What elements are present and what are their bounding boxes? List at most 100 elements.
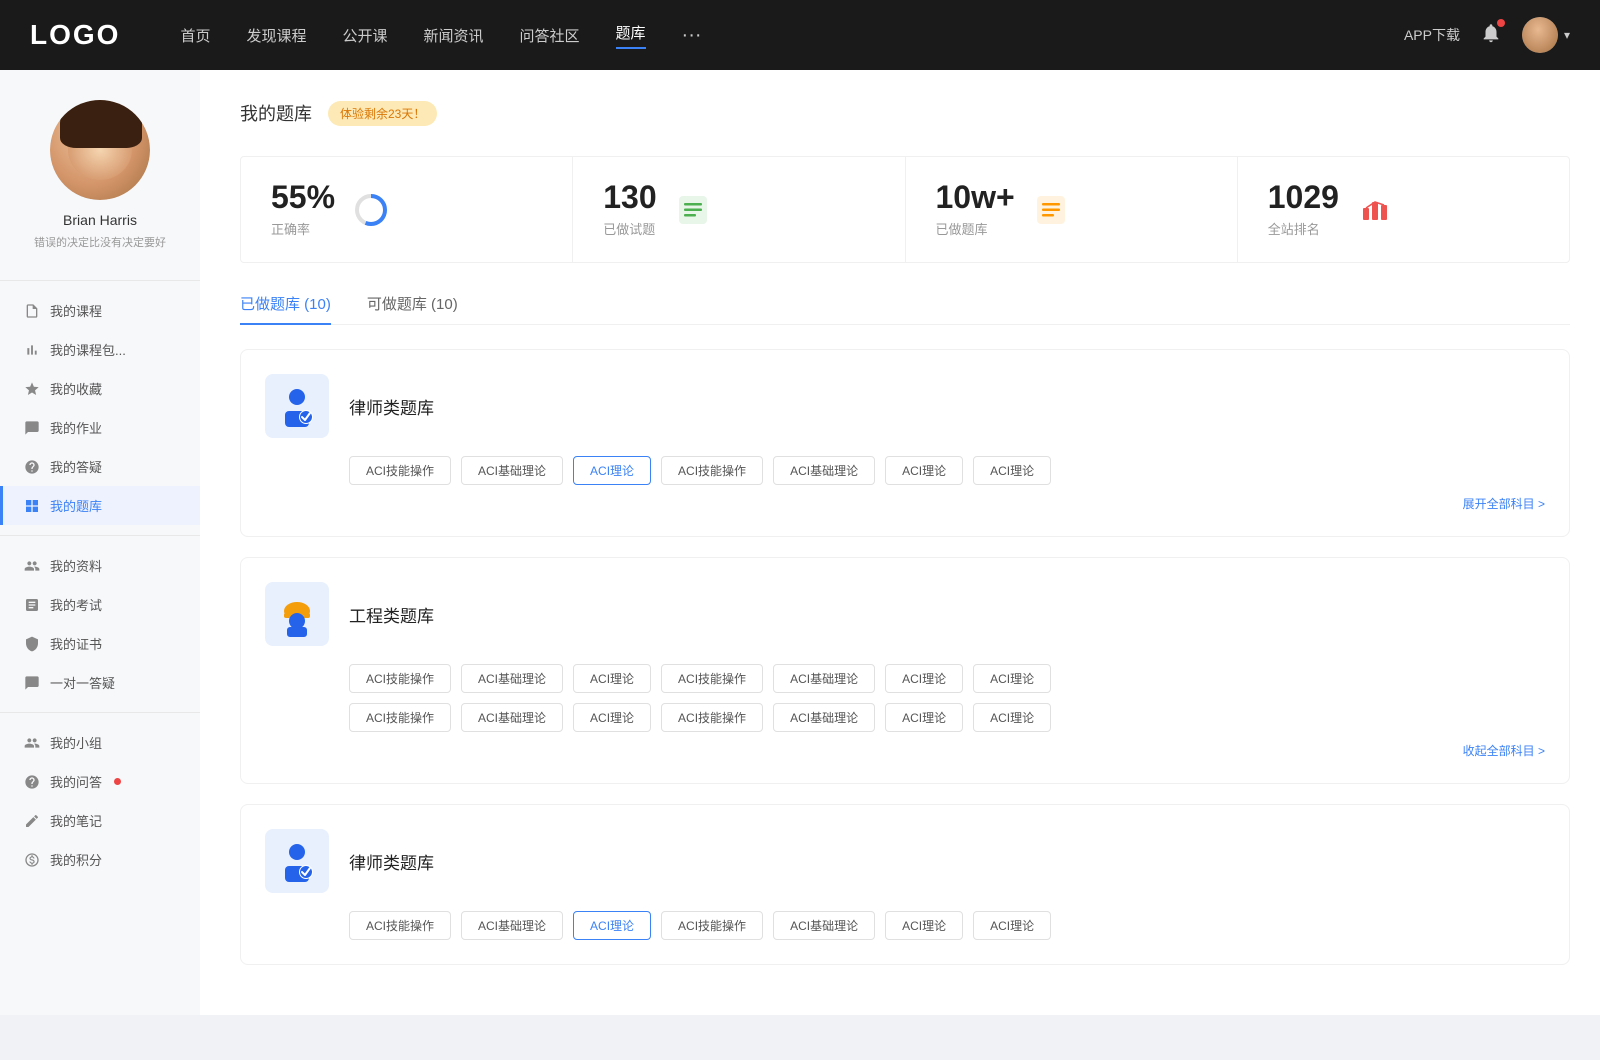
bar-red-icon — [1355, 190, 1395, 230]
stat-rank-label: 全站排名 — [1268, 219, 1339, 238]
sidebar-item-questionbank[interactable]: 我的题库 — [0, 486, 200, 525]
bank-tag-active[interactable]: ACI理论 — [573, 456, 651, 485]
bank-title-lawyer-1: 律师类题库 — [349, 394, 434, 419]
stat-done-banks: 10w+ 已做题库 — [906, 157, 1238, 262]
navbar: LOGO 首页 发现课程 公开课 新闻资讯 问答社区 题库 ··· APP下载 … — [0, 0, 1600, 70]
nav-discover[interactable]: 发现课程 — [246, 25, 306, 46]
bank-tag[interactable]: ACI技能操作 — [349, 703, 451, 732]
bank-tag[interactable]: ACI基础理论 — [773, 911, 875, 940]
bank-tag[interactable]: ACI基础理论 — [773, 456, 875, 485]
page-title: 我的题库 — [240, 100, 312, 126]
bank-tag[interactable]: ACI基础理论 — [461, 703, 563, 732]
bank-tag[interactable]: ACI理论 — [573, 703, 651, 732]
bank-tag-active[interactable]: ACI理论 — [573, 911, 651, 940]
file-icon — [24, 303, 40, 319]
nav-open-course[interactable]: 公开课 — [342, 25, 387, 46]
sidebar-item-notes[interactable]: 我的笔记 — [0, 801, 200, 840]
notification-dot — [1497, 19, 1505, 27]
file2-icon — [24, 597, 40, 613]
bank-card-lawyer-2: 律师类题库 ACI技能操作 ACI基础理论 ACI理论 ACI技能操作 ACI基… — [240, 804, 1570, 965]
bank-tag[interactable]: ACI理论 — [885, 911, 963, 940]
bank-tag[interactable]: ACI理论 — [885, 664, 963, 693]
trial-badge: 体验剩余23天！ — [328, 101, 437, 126]
bank-card-lawyer-1: 律师类题库 ACI技能操作 ACI基础理论 ACI理论 ACI技能操作 ACI基… — [240, 349, 1570, 537]
sidebar-label-profile: 我的资料 — [50, 556, 102, 575]
group-icon — [24, 735, 40, 751]
pie-chart-icon — [351, 190, 391, 230]
sidebar-label-favorites: 我的收藏 — [50, 379, 102, 398]
chat-icon — [24, 675, 40, 691]
bank-tag[interactable]: ACI技能操作 — [349, 456, 451, 485]
profile-avatar — [50, 100, 150, 200]
user-avatar — [1522, 17, 1558, 53]
sidebar-item-profile[interactable]: 我的资料 — [0, 546, 200, 585]
sidebar-item-one-on-one[interactable]: 一对一答疑 — [0, 663, 200, 702]
chevron-down-icon: ▾ — [1564, 28, 1570, 42]
nav-qa[interactable]: 问答社区 — [520, 25, 580, 46]
bank-icon-lawyer-1 — [265, 374, 329, 438]
sidebar-item-course-package[interactable]: 我的课程包... — [0, 330, 200, 369]
sidebar-profile: Brian Harris 错误的决定比没有决定要好 — [0, 100, 200, 270]
sidebar-item-favorites[interactable]: 我的收藏 — [0, 369, 200, 408]
points-icon — [24, 852, 40, 868]
stat-accuracy: 55% 正确率 — [241, 157, 573, 262]
bank-tag[interactable]: ACI理论 — [973, 456, 1051, 485]
bank-tag[interactable]: ACI技能操作 — [661, 456, 763, 485]
bank-tag[interactable]: ACI理论 — [885, 703, 963, 732]
bank-tag[interactable]: ACI理论 — [973, 911, 1051, 940]
bank-tags-lawyer-1: ACI技能操作 ACI基础理论 ACI理论 ACI技能操作 ACI基础理论 AC… — [265, 456, 1545, 485]
sidebar-divider-bottom — [0, 712, 200, 713]
sidebar-item-certificate[interactable]: 我的证书 — [0, 624, 200, 663]
bank-tag[interactable]: ACI技能操作 — [661, 664, 763, 693]
collapse-link-engineer[interactable]: 收起全部科目 > — [265, 742, 1545, 759]
user-avatar-menu[interactable]: ▾ — [1522, 17, 1570, 53]
nav-more[interactable]: ··· — [682, 24, 702, 47]
bank-icon-lawyer-2 — [265, 829, 329, 893]
bank-tag[interactable]: ACI基础理论 — [773, 703, 875, 732]
bank-tag[interactable]: ACI理论 — [573, 664, 651, 693]
stat-rank: 1029 全站排名 — [1238, 157, 1569, 262]
stats-row: 55% 正确率 130 已做试题 — [240, 156, 1570, 263]
nav-home[interactable]: 首页 — [180, 25, 210, 46]
tab-done-banks[interactable]: 已做题库 (10) — [240, 293, 331, 324]
sidebar-label-my-qa: 我的问答 — [50, 772, 102, 791]
stat-banks-label: 已做题库 — [936, 219, 1015, 238]
nav-menu: 首页 发现课程 公开课 新闻资讯 问答社区 题库 ··· — [180, 22, 1404, 49]
bank-tag[interactable]: ACI基础理论 — [773, 664, 875, 693]
bank-tag[interactable]: ACI技能操作 — [349, 664, 451, 693]
bank-tag[interactable]: ACI理论 — [885, 456, 963, 485]
bank-tag[interactable]: ACI理论 — [973, 703, 1051, 732]
bank-tag[interactable]: ACI技能操作 — [661, 703, 763, 732]
logo[interactable]: LOGO — [30, 19, 120, 51]
bank-tag[interactable]: ACI技能操作 — [661, 911, 763, 940]
sidebar-item-course[interactable]: 我的课程 — [0, 291, 200, 330]
nav-news[interactable]: 新闻资讯 — [424, 25, 484, 46]
sidebar-item-my-qa[interactable]: 我的问答 — [0, 762, 200, 801]
bank-card-engineer: 工程类题库 ACI技能操作 ACI基础理论 ACI理论 ACI技能操作 ACI基… — [240, 557, 1570, 784]
nav-questionbank[interactable]: 题库 — [616, 22, 646, 49]
bank-tag[interactable]: ACI理论 — [973, 664, 1051, 693]
bank-tag[interactable]: ACI基础理论 — [461, 456, 563, 485]
bank-tag[interactable]: ACI基础理论 — [461, 911, 563, 940]
notification-bell[interactable] — [1480, 22, 1502, 49]
bank-tag[interactable]: ACI基础理论 — [461, 664, 563, 693]
sidebar-label-course-package: 我的课程包... — [50, 340, 126, 359]
page-wrapper: Brian Harris 错误的决定比没有决定要好 我的课程 我的课程包... — [0, 70, 1600, 1015]
page-header: 我的题库 体验剩余23天！ — [240, 100, 1570, 126]
sidebar-item-points[interactable]: 我的积分 — [0, 840, 200, 879]
sidebar-item-exam[interactable]: 我的考试 — [0, 585, 200, 624]
my-qa-notification-dot — [114, 778, 121, 785]
people-icon — [24, 558, 40, 574]
star-icon — [24, 381, 40, 397]
expand-link-1[interactable]: 展开全部科目 > — [265, 495, 1545, 512]
tab-available-banks[interactable]: 可做题库 (10) — [367, 293, 458, 324]
bank-tag[interactable]: ACI技能操作 — [349, 911, 451, 940]
stat-done-questions: 130 已做试题 — [573, 157, 905, 262]
sidebar-item-group[interactable]: 我的小组 — [0, 723, 200, 762]
app-download-link[interactable]: APP下载 — [1404, 25, 1460, 45]
sidebar-item-homework[interactable]: 我的作业 — [0, 408, 200, 447]
help-icon — [24, 459, 40, 475]
main-content: 我的题库 体验剩余23天！ 55% 正确率 — [200, 70, 1600, 1015]
sidebar-item-qa[interactable]: 我的答疑 — [0, 447, 200, 486]
bank-tags-lawyer-2: ACI技能操作 ACI基础理论 ACI理论 ACI技能操作 ACI基础理论 AC… — [265, 911, 1545, 940]
